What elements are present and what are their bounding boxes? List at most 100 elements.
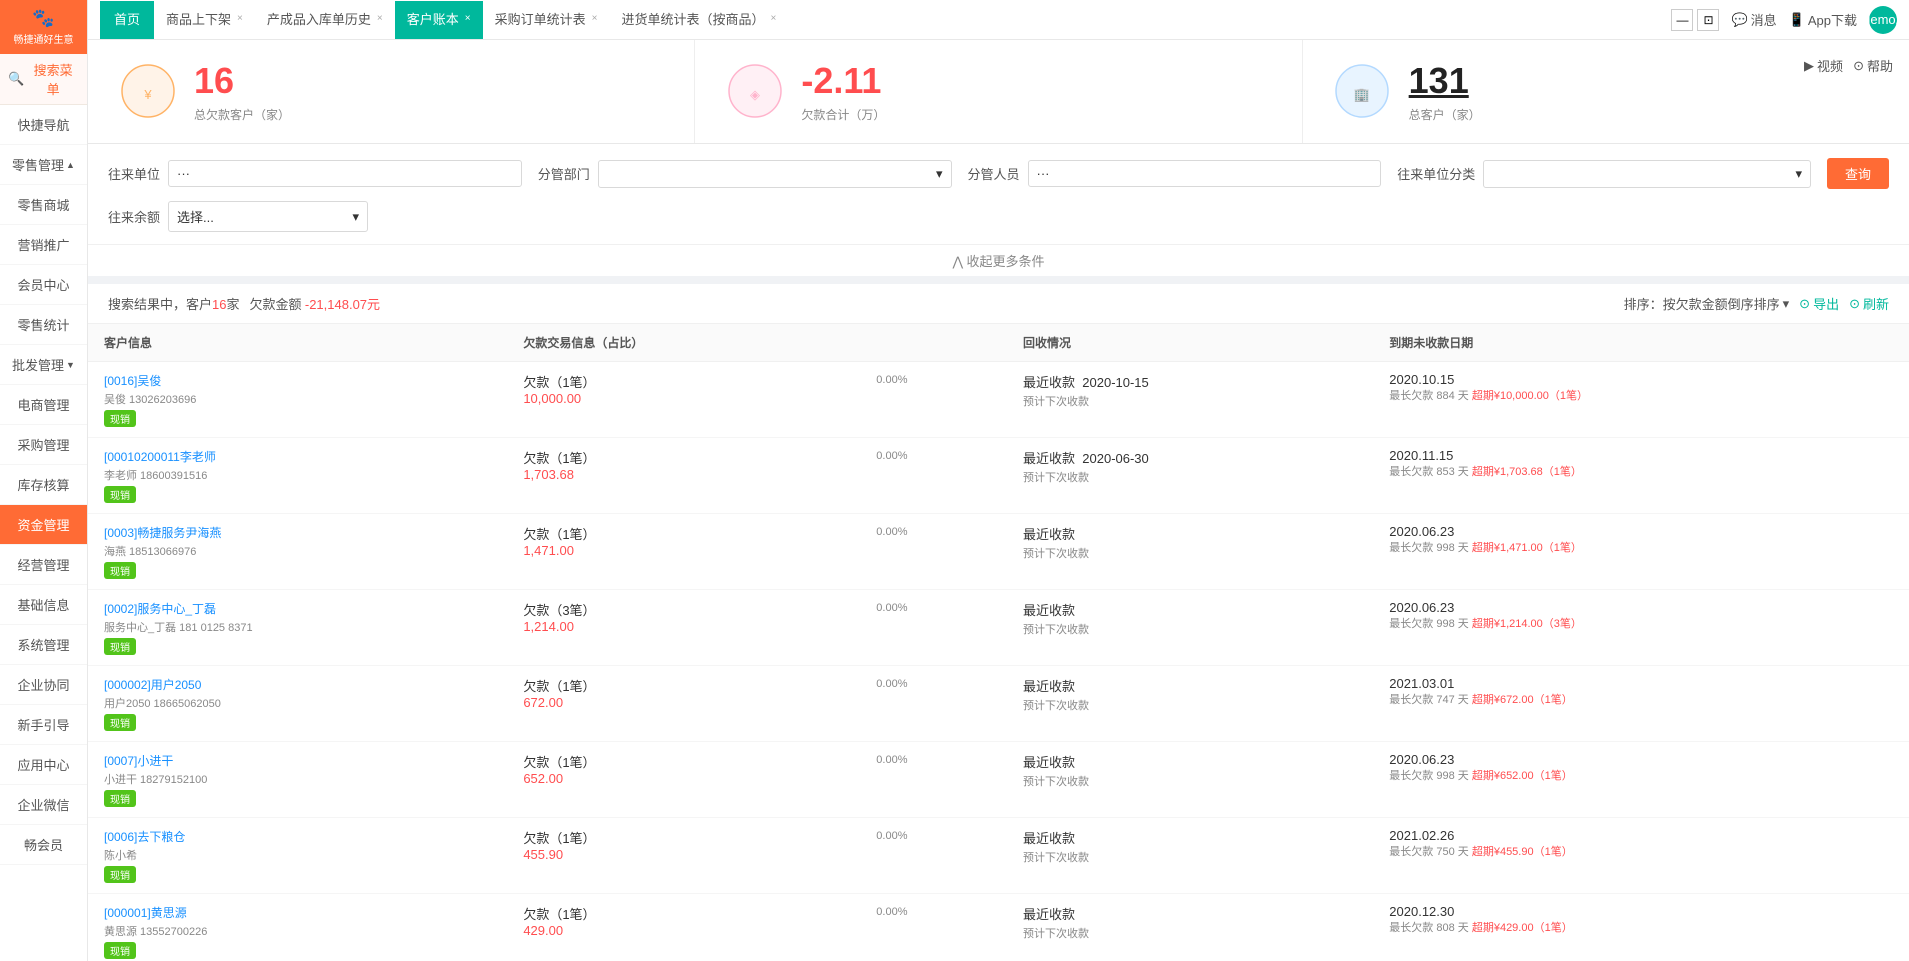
overdue-link[interactable]: 超期¥652.00（1笔） — [1472, 770, 1573, 782]
tab-customer-ledger[interactable]: 客户账本 × — [395, 1, 483, 39]
sidebar-item-purchase-mgmt[interactable]: 采购管理 — [0, 425, 87, 465]
message-button[interactable]: 💬 消息 — [1731, 10, 1776, 29]
sidebar-item-wechat[interactable]: 企业微信 — [0, 785, 87, 825]
due-date: 2020.11.15 — [1389, 448, 1893, 463]
debt-amount[interactable]: 455.90 — [523, 847, 844, 862]
tab-home[interactable]: 首页 — [100, 1, 154, 39]
tab-purchase-stats[interactable]: 采购订单统计表 × — [483, 1, 610, 39]
chevron-down-icon: ▾ — [1795, 166, 1802, 182]
customer-name-link[interactable]: [0007]小进干 — [104, 752, 491, 769]
due-date: 2021.03.01 — [1389, 676, 1893, 691]
export-button[interactable]: ⊙ 导出 — [1799, 294, 1839, 313]
sidebar-item-retail-shop[interactable]: 零售商城 — [0, 185, 87, 225]
customer-name-link[interactable]: [000001]黄思源 — [104, 904, 491, 921]
tab-close-icon[interactable]: × — [237, 13, 243, 24]
cell-due-date: 2020.11.15 最长欠款 853 天 超期¥1,703.68（1笔） — [1373, 438, 1909, 514]
tab-finished-product[interactable]: 产成品入库单历史 × — [255, 1, 395, 39]
overdue-link[interactable]: 超期¥1,214.00（3笔） — [1472, 618, 1582, 630]
app-download-button[interactable]: 📱 App下载 — [1789, 10, 1857, 29]
result-suffix: 家 — [226, 297, 239, 312]
debt-amount[interactable]: 652.00 — [523, 771, 844, 786]
tab-inbound-stats[interactable]: 进货单统计表（按商品） × — [609, 1, 788, 39]
debt-amount[interactable]: 10,000.00 — [523, 391, 844, 406]
overdue-link[interactable]: 超期¥10,000.00（1笔） — [1472, 390, 1588, 402]
customer-name-link[interactable]: [0003]畅捷服务尹海燕 — [104, 524, 491, 541]
sidebar-item-guide[interactable]: 新手引导 — [0, 705, 87, 745]
sidebar-search-area[interactable]: 🔍 搜索菜单 — [0, 54, 87, 105]
overdue-link[interactable]: 超期¥1,471.00（1笔） — [1472, 542, 1582, 554]
overdue-info: 最长欠款 750 天 超期¥455.90（1笔） — [1389, 843, 1893, 859]
customer-name-link[interactable]: [00010200011李老师 — [104, 448, 491, 465]
sidebar-item-batch-mgmt[interactable]: 批发管理 ▼ — [0, 345, 87, 385]
due-date: 2020.12.30 — [1389, 904, 1893, 919]
debt-percent: 0.00% — [876, 830, 991, 842]
sidebar-item-marketing[interactable]: 营销推广 — [0, 225, 87, 265]
customer-name-link[interactable]: [000002]用户2050 — [104, 676, 491, 693]
tab-close-icon[interactable]: × — [770, 13, 776, 24]
customer-name-link[interactable]: [0002]服务中心_丁磊 — [104, 600, 491, 617]
sidebar-item-label: 会员中心 — [17, 278, 69, 293]
overdue-link[interactable]: 超期¥672.00（1笔） — [1472, 694, 1573, 706]
debt-amount[interactable]: 429.00 — [523, 923, 844, 938]
cell-recovery: 最近收款 2020-10-15 预计下次收款 — [1007, 362, 1373, 438]
sort-button[interactable]: 排序：按欠款金额倒序排序 ▾ — [1624, 294, 1790, 313]
video-label: 视频 — [1817, 56, 1843, 75]
filter-select-dept[interactable]: ▾ — [598, 160, 952, 188]
debt-percent: 0.00% — [876, 450, 991, 462]
sidebar-item-retail-stats[interactable]: 零售统计 — [0, 305, 87, 345]
tab-close-icon[interactable]: × — [377, 13, 383, 24]
collapse-more-conditions[interactable]: ⋀ 收起更多条件 — [88, 244, 1909, 276]
avatar[interactable]: demo2 — [1869, 6, 1897, 34]
sidebar-item-enterprise[interactable]: 企业协同 — [0, 665, 87, 705]
debt-percent: 0.00% — [876, 754, 991, 766]
debt-customers-number: 16 — [194, 60, 290, 102]
table-row: [00010200011李老师 李老师 18600391516 现销 欠款（1笔… — [88, 438, 1909, 514]
customer-name-link[interactable]: [0016]吴俊 — [104, 372, 491, 389]
maximize-button[interactable]: ⊡ — [1697, 9, 1719, 31]
debt-amount[interactable]: 1,214.00 — [523, 619, 844, 634]
sidebar-item-member-vip[interactable]: 畅会员 — [0, 825, 87, 865]
stat-body-total-customers: 131 总客户（家） — [1409, 60, 1481, 123]
cell-debt-percent: 0.00% — [860, 894, 1007, 961]
chevron-down-icon: ▼ — [66, 360, 75, 370]
cell-recovery: 最近收款 预计下次收款 — [1007, 894, 1373, 961]
cell-due-date: 2020.06.23 最长欠款 998 天 超期¥1,471.00（1笔） — [1373, 514, 1909, 590]
sidebar-item-ecom-mgmt[interactable]: 电商管理 — [0, 385, 87, 425]
sidebar-item-apps[interactable]: 应用中心 — [0, 745, 87, 785]
help-button[interactable]: ⊙ 帮助 — [1853, 56, 1893, 75]
sidebar-item-basic-info[interactable]: 基础信息 — [0, 585, 87, 625]
sidebar-item-label: 批发管理 — [12, 355, 64, 374]
debt-amount[interactable]: 1,703.68 — [523, 467, 844, 482]
search-button[interactable]: 查询 — [1827, 158, 1889, 189]
search-menu-button[interactable]: 🔍 搜索菜单 — [8, 60, 79, 98]
customer-badge: 现销 — [104, 866, 136, 883]
tab-close-icon[interactable]: × — [465, 13, 471, 24]
customer-badge: 现销 — [104, 638, 136, 655]
overdue-link[interactable]: 超期¥429.00（1笔） — [1472, 922, 1573, 934]
customer-name-link[interactable]: [0006]去下粮仓 — [104, 828, 491, 845]
sidebar-item-system[interactable]: 系统管理 — [0, 625, 87, 665]
logo-icon: 🐾 — [32, 8, 54, 29]
debt-amount[interactable]: 1,471.00 — [523, 543, 844, 558]
sidebar-item-label: 经营管理 — [17, 558, 69, 573]
due-date: 2020.06.23 — [1389, 600, 1893, 615]
filter-input-person[interactable]: ··· — [1028, 160, 1382, 187]
sidebar-item-inventory[interactable]: 库存核算 — [0, 465, 87, 505]
overdue-link[interactable]: 超期¥1,703.68（1笔） — [1472, 466, 1582, 478]
refresh-button[interactable]: ⊙ 刷新 — [1849, 294, 1889, 313]
filter-input-unit[interactable]: ··· — [168, 160, 522, 187]
overdue-info: 最长欠款 998 天 超期¥1,214.00（3笔） — [1389, 615, 1893, 631]
tab-close-icon[interactable]: × — [592, 13, 598, 24]
sidebar-item-retail-mgmt[interactable]: 零售管理 ▲ — [0, 145, 87, 185]
sidebar-item-members[interactable]: 会员中心 — [0, 265, 87, 305]
tab-product-listing[interactable]: 商品上下架 × — [154, 1, 255, 39]
filter-select-category[interactable]: ▾ — [1483, 160, 1811, 188]
overdue-link[interactable]: 超期¥455.90（1笔） — [1472, 846, 1573, 858]
debt-amount[interactable]: 672.00 — [523, 695, 844, 710]
sidebar-item-operations[interactable]: 经营管理 — [0, 545, 87, 585]
filter-select-balance[interactable]: 选择... ▾ — [168, 201, 368, 232]
video-button[interactable]: ▶ 视频 — [1804, 56, 1843, 75]
sidebar-item-finance[interactable]: 资金管理 — [0, 505, 87, 545]
sidebar-item-quick-nav[interactable]: 快捷导航 — [0, 105, 87, 145]
minimize-button[interactable]: — — [1671, 9, 1693, 31]
